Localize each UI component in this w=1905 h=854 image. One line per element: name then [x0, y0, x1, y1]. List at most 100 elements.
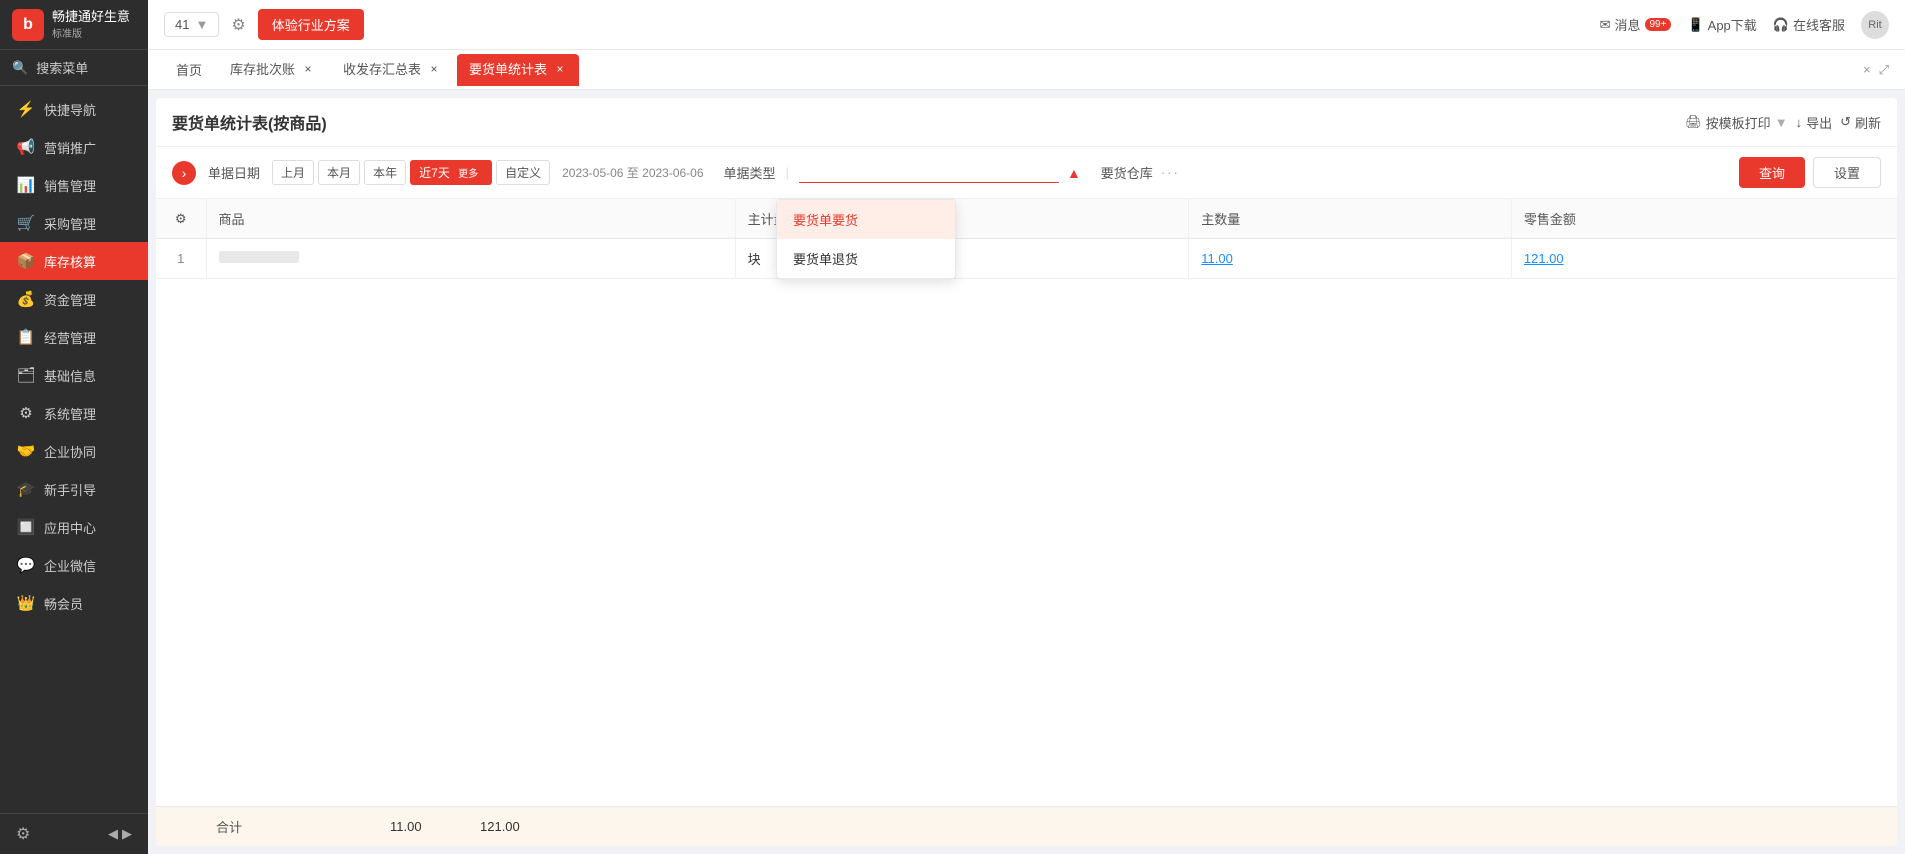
print-btn[interactable]: 🖨 按模板打印 ▼	[1685, 113, 1787, 132]
tab-order-stats-label: 要货单统计表	[469, 59, 547, 78]
date-btn-7days[interactable]: 近7天 更多	[410, 160, 492, 185]
sidebar-item-7[interactable]: 🗂 基础信息	[0, 356, 148, 394]
query-btn[interactable]: 查询	[1739, 157, 1805, 188]
sidebar-collapse-icon[interactable]: ◀	[108, 826, 118, 842]
refresh-icon: ↺	[1840, 114, 1851, 130]
export-label: 导出	[1806, 113, 1832, 132]
cell-quantity: 11.00	[1189, 239, 1512, 279]
page-panel: 要货单统计表(按商品) 🖨 按模板打印 ▼ ↓ 导出 ↺ 刷新	[156, 98, 1897, 846]
sidebar-expand-icon[interactable]: ▶	[122, 826, 132, 842]
tab-bar-controls: × ⤢	[1863, 62, 1889, 78]
data-table: ⚙ 商品 主计量单位 主数量 零售金额 1	[156, 199, 1897, 279]
footer-total-label: 合计	[216, 820, 242, 835]
sidebar-search-label: 搜索菜单	[36, 58, 88, 77]
sidebar-item-8[interactable]: ⚙ 系统管理	[0, 394, 148, 432]
sidebar-item-10[interactable]: 🎓 新手引导	[0, 470, 148, 508]
store-name: 41	[175, 17, 189, 32]
sidebar-item-1[interactable]: 📢 营销推广	[0, 128, 148, 166]
dropdown-item-0[interactable]: 要货单要货	[777, 200, 955, 239]
close-all-icon[interactable]: ×	[1863, 62, 1871, 77]
online-service-btn[interactable]: 🎧 在线客服	[1773, 15, 1845, 34]
sidebar-item-11[interactable]: 🔲 应用中心	[0, 508, 148, 546]
nav-label-4: 库存核算	[44, 252, 96, 271]
date-btn-last-month[interactable]: 上月	[272, 160, 314, 185]
col-product: 商品	[206, 199, 735, 239]
store-selector[interactable]: 41 ▼	[164, 12, 219, 37]
user-avatar[interactable]: Rit	[1861, 11, 1889, 39]
logo-area: b 畅捷通好生意 标准版	[0, 0, 148, 50]
headset-icon: 🎧	[1773, 17, 1789, 33]
nav-label-11: 应用中心	[44, 518, 96, 537]
date-range: 2023-05-06 至 2023-06-06	[562, 164, 703, 181]
tab-receive-send[interactable]: 收发存汇总表 ×	[331, 54, 453, 86]
sidebar-item-2[interactable]: 📊 销售管理	[0, 166, 148, 204]
nav-icon-13: 👑	[16, 593, 36, 613]
quantity-value[interactable]: 11.00	[1201, 251, 1233, 266]
industry-btn[interactable]: 体验行业方案	[258, 9, 364, 40]
amount-value[interactable]: 121.00	[1524, 251, 1564, 266]
sidebar-item-12[interactable]: 💬 企业微信	[0, 546, 148, 584]
col-quantity: 主数量	[1189, 199, 1512, 239]
dropdown-item-1[interactable]: 要货单退货	[777, 239, 955, 278]
table-body: 1 块 11.00 121.00	[156, 239, 1897, 279]
cell-index: 1	[156, 239, 206, 279]
sidebar-item-5[interactable]: 💰 资金管理	[0, 280, 148, 318]
set-btn[interactable]: 设置	[1813, 157, 1881, 188]
col-settings[interactable]: ⚙	[156, 199, 206, 239]
footer-label: 合计	[168, 817, 378, 836]
settings-col-icon[interactable]: ⚙	[175, 211, 187, 226]
top-header: 41 ▼ ⚙ 体验行业方案 ✉ 消息 99+ 📱 App下载 🎧 在线客服 Ri…	[148, 0, 1905, 50]
sidebar-search[interactable]: 🔍 搜索菜单	[0, 50, 148, 86]
type-dropdown-arrow[interactable]: ▲	[1067, 165, 1081, 181]
nav-label-3: 采购管理	[44, 214, 96, 233]
tab-inventory-batch-label: 库存批次账	[230, 59, 295, 78]
tab-order-stats-close[interactable]: ×	[553, 62, 567, 76]
tab-inventory-batch[interactable]: 库存批次账 ×	[218, 54, 327, 86]
nav-icon-9: 🤝	[16, 441, 36, 461]
nav-icon-2: 📊	[16, 175, 36, 195]
print-label: 按模板打印	[1706, 113, 1771, 132]
logo-text: 畅捷通好生意 标准版	[52, 9, 130, 41]
refresh-btn[interactable]: ↺ 刷新	[1840, 113, 1881, 132]
type-dropdown: 要货单要货 要货单退货	[776, 199, 956, 279]
sidebar-item-3[interactable]: 🛒 采购管理	[0, 204, 148, 242]
header-right: ✉ 消息 99+ 📱 App下载 🎧 在线客服 Rit	[1600, 11, 1889, 39]
export-icon: ↓	[1796, 115, 1803, 130]
table-footer: 合计 11.00 121.00	[156, 806, 1897, 846]
date-buttons: 上月 本月 本年 近7天 更多 自定义	[272, 160, 550, 185]
settings-icon[interactable]: ⚙	[231, 15, 245, 35]
sidebar-item-0[interactable]: ⚡ 快捷导航	[0, 90, 148, 128]
table-header-row: ⚙ 商品 主计量单位 主数量 零售金额	[156, 199, 1897, 239]
cell-product	[206, 239, 735, 279]
online-service-label: 在线客服	[1793, 15, 1845, 34]
tab-bar: 首页 库存批次账 × 收发存汇总表 × 要货单统计表 × × ⤢	[148, 50, 1905, 90]
export-btn[interactable]: ↓ 导出	[1796, 113, 1833, 132]
filter-row: › 单据日期 上月 本月 本年 近7天 更多 自定义 2023-05-06 至 …	[156, 147, 1897, 199]
refresh-label: 刷新	[1855, 113, 1881, 132]
date-btn-this-year[interactable]: 本年	[364, 160, 406, 185]
col-amount: 零售金额	[1511, 199, 1897, 239]
tab-receive-send-label: 收发存汇总表	[343, 59, 421, 78]
nav-label-13: 畅会员	[44, 594, 83, 613]
sidebar-item-4[interactable]: 📦 库存核算	[0, 242, 148, 280]
tab-receive-send-close[interactable]: ×	[427, 62, 441, 76]
sidebar-item-6[interactable]: 📋 经营管理	[0, 318, 148, 356]
page-header-actions: 🖨 按模板打印 ▼ ↓ 导出 ↺ 刷新	[1685, 113, 1881, 132]
sidebar-item-13[interactable]: 👑 畅会员	[0, 584, 148, 622]
type-input[interactable]	[799, 163, 1059, 183]
app-download-btn[interactable]: 📱 App下载	[1687, 15, 1756, 34]
expand-tabs-icon[interactable]: ⤢	[1879, 62, 1889, 78]
sidebar-settings-icon[interactable]: ⚙	[16, 824, 30, 844]
date-btn-custom[interactable]: 自定义	[496, 160, 550, 185]
sidebar-item-9[interactable]: 🤝 企业协同	[0, 432, 148, 470]
tab-home[interactable]: 首页	[164, 54, 214, 86]
messages-btn[interactable]: ✉ 消息 99+	[1600, 15, 1672, 34]
tab-order-stats[interactable]: 要货单统计表 ×	[457, 54, 579, 86]
warehouse-more-dots[interactable]: ···	[1161, 165, 1180, 180]
filter-expand-btn[interactable]: ›	[172, 161, 196, 185]
nav-label-12: 企业微信	[44, 556, 96, 575]
nav-icon-12: 💬	[16, 555, 36, 575]
tab-inventory-batch-close[interactable]: ×	[301, 62, 315, 76]
date-btn-this-month[interactable]: 本月	[318, 160, 360, 185]
date-label: 单据日期	[208, 163, 260, 182]
